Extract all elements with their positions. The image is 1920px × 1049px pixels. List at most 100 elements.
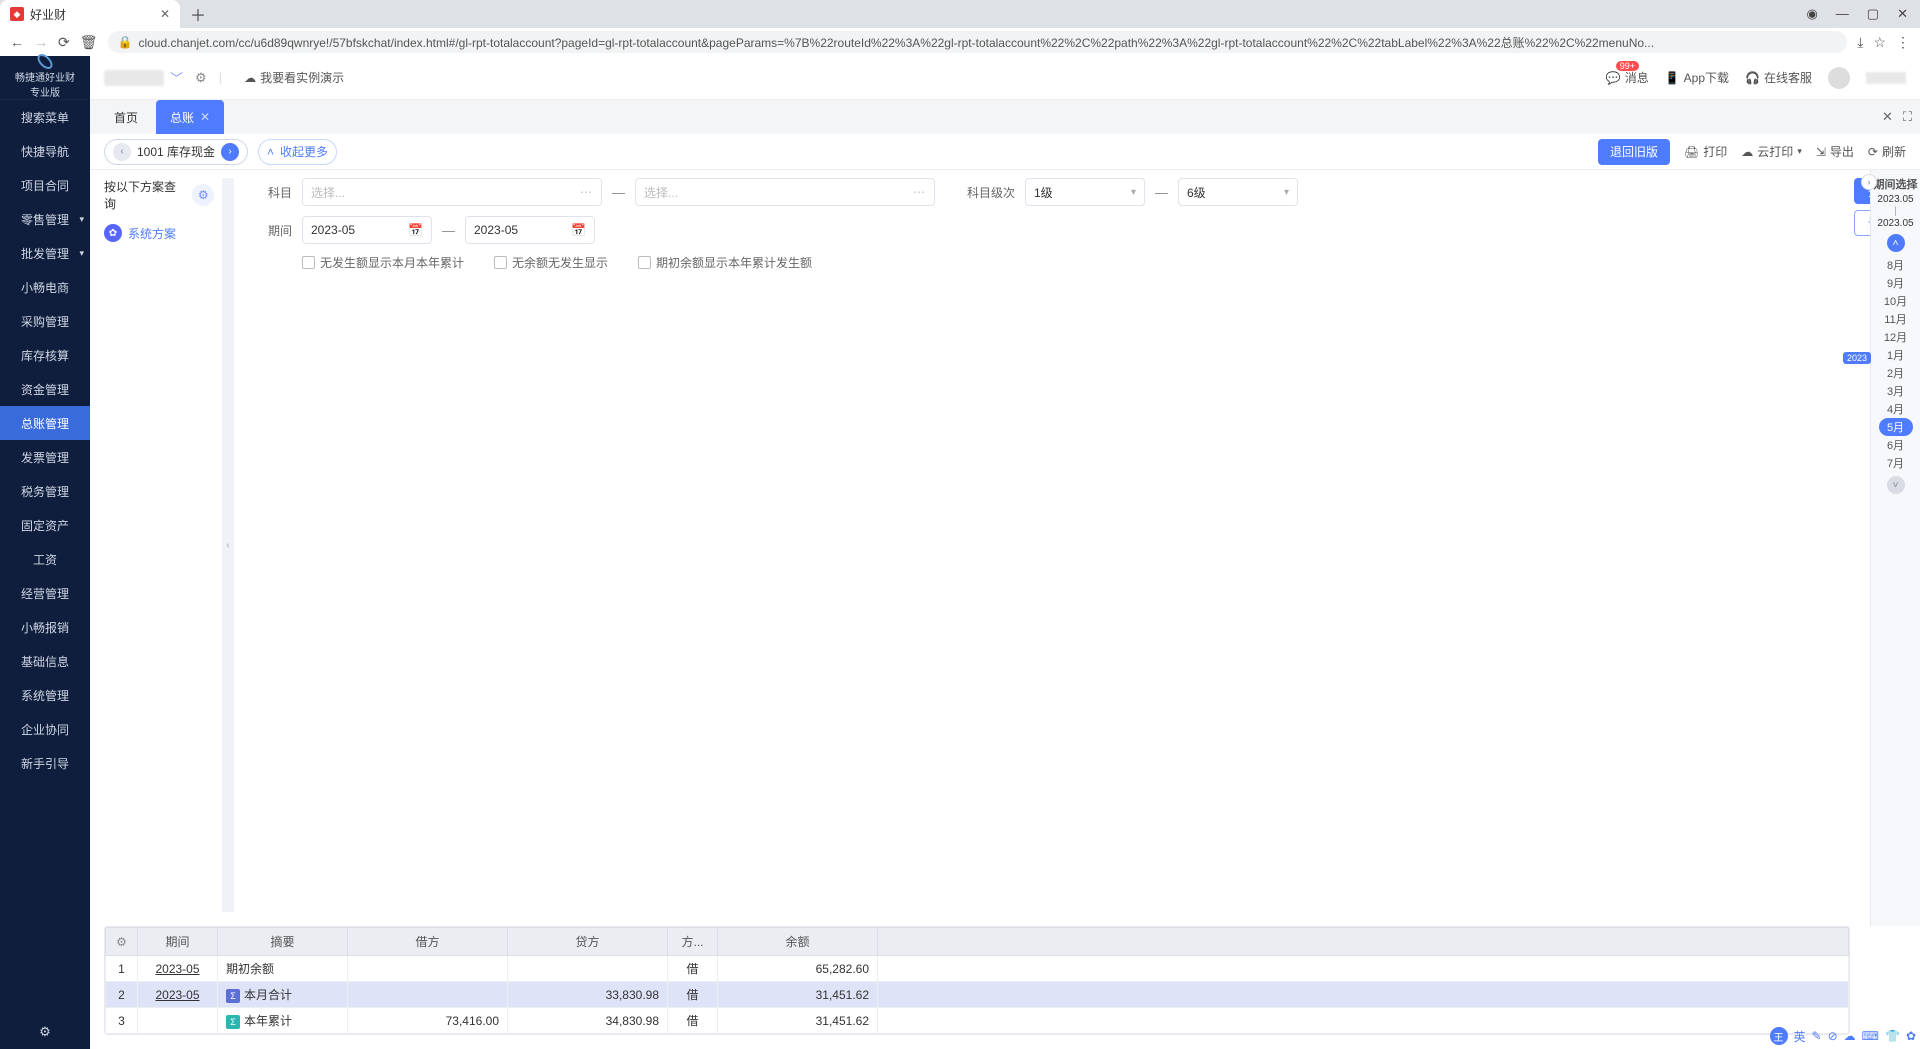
demo-link[interactable]: ☁ 我要看实例演示	[244, 69, 344, 86]
tray-icon[interactable]: ✎	[1812, 1029, 1822, 1043]
sidebar-item[interactable]: 库存核算	[0, 338, 90, 372]
rail-month[interactable]: 12月	[1879, 328, 1913, 346]
browser-tab-active[interactable]: ◆ 好业财 ✕	[0, 0, 180, 28]
rail-month[interactable]: 10月	[1879, 292, 1913, 310]
app-download-button[interactable]: 📱 App下载	[1665, 69, 1729, 86]
period-from-input[interactable]: 2023-05📅	[302, 216, 432, 244]
main-area: ﹀ ⚙ | ☁ 我要看实例演示 💬 99+ 消息 📱 App下载 🎧	[90, 56, 1920, 1049]
rail-month[interactable]: 1月	[1879, 346, 1913, 364]
minimize-icon[interactable]: —	[1836, 6, 1849, 22]
collapse-scheme-handle[interactable]: ‹	[222, 178, 234, 912]
chk-no-balance[interactable]: 无余额无发生显示	[494, 254, 608, 271]
sidebar-item[interactable]: 批发管理▾	[0, 236, 90, 270]
refresh-button[interactable]: ⟳刷新	[1868, 143, 1906, 160]
period-link[interactable]: 2023-05	[155, 988, 199, 1002]
reload-icon[interactable]: ⟳	[58, 34, 70, 51]
sidebar-item[interactable]: 固定资产	[0, 508, 90, 542]
level-from-select[interactable]: 1级▾	[1025, 178, 1145, 206]
cloud-print-button[interactable]: ☁云打印▾	[1741, 143, 1802, 160]
sidebar-item[interactable]: 工资	[0, 542, 90, 576]
scheme-gear-icon[interactable]: ⚙	[192, 184, 214, 206]
chk-no-occur[interactable]: 无发生额显示本月本年累计	[302, 254, 464, 271]
rail-down-icon[interactable]: ˅	[1887, 476, 1905, 494]
account-pill[interactable]: ‹ 1001 库存现金 ›	[104, 139, 248, 165]
sidebar-item[interactable]: 采购管理	[0, 304, 90, 338]
period-to-input[interactable]: 2023-05📅	[465, 216, 595, 244]
bookmark-icon[interactable]: ☆	[1873, 34, 1886, 51]
org-selector[interactable]: ﹀	[104, 68, 183, 87]
sidebar-item[interactable]: 经营管理	[0, 576, 90, 610]
sidebar-item[interactable]: 总账管理	[0, 406, 90, 440]
rail-month[interactable]: 5月	[1879, 418, 1913, 436]
sidebar-item[interactable]: 搜索菜单	[0, 100, 90, 134]
sidebar-item[interactable]: 小畅报销	[0, 610, 90, 644]
rail-collapse-icon[interactable]: ›	[1861, 174, 1877, 190]
ime-lang[interactable]: 英	[1794, 1028, 1806, 1045]
rail-month[interactable]: 11月	[1879, 310, 1913, 328]
old-version-button[interactable]: 退回旧版	[1598, 139, 1670, 165]
period-link[interactable]: 2023-05	[155, 962, 199, 976]
table-row[interactable]: 3Σ本年累计73,416.0034,830.98借31,451.62	[106, 1008, 1849, 1034]
rail-month[interactable]: 6月	[1879, 436, 1913, 454]
sidebar-item[interactable]: 新手引导	[0, 746, 90, 780]
sidebar-item[interactable]: 系统管理	[0, 678, 90, 712]
tab-ledger[interactable]: 总账 ✕	[156, 100, 224, 134]
new-tab-button[interactable]: ＋	[180, 2, 216, 26]
install-icon[interactable]: ⤓	[1857, 34, 1863, 51]
next-account-icon[interactable]: ›	[221, 143, 239, 161]
tray-icon[interactable]: ✿	[1906, 1029, 1916, 1043]
tray-icon[interactable]: ☁	[1844, 1029, 1856, 1043]
print-button[interactable]: 🖨打印	[1684, 143, 1727, 160]
sidebar-item[interactable]: 资金管理	[0, 372, 90, 406]
chk-opening[interactable]: 期初余额显示本年累计发生额	[638, 254, 812, 271]
table-row[interactable]: 12023-05期初余额借65,282.60	[106, 956, 1849, 982]
sidebar-item[interactable]: 项目合同	[0, 168, 90, 202]
messages-button[interactable]: 💬 99+ 消息	[1606, 69, 1649, 86]
online-service-button[interactable]: 🎧 在线客服	[1745, 69, 1812, 86]
subject-from-select[interactable]: 选择...⋯	[302, 178, 602, 206]
tab-home[interactable]: 首页	[100, 100, 152, 134]
rail-month[interactable]: 7月	[1879, 454, 1913, 472]
sidebar-item[interactable]: 零售管理▾	[0, 202, 90, 236]
rail-month[interactable]: 9月	[1879, 274, 1913, 292]
scheme-system[interactable]: ✿ 系统方案	[104, 224, 214, 242]
close-all-icon[interactable]: ✕	[1882, 109, 1893, 125]
kebab-icon[interactable]: ⋮	[1896, 34, 1910, 51]
table-row[interactable]: 22023-05Σ本月合计33,830.98借31,451.62	[106, 982, 1849, 1008]
level-to-select[interactable]: 6级▾	[1178, 178, 1298, 206]
prev-account-icon[interactable]: ‹	[113, 143, 131, 161]
org-settings-icon[interactable]: ⚙	[195, 70, 207, 86]
rail-up-icon[interactable]: ˄	[1887, 234, 1905, 252]
sidebar-item[interactable]: 税务管理	[0, 474, 90, 508]
sidebar-item[interactable]: 企业协同	[0, 712, 90, 746]
rail-month[interactable]: 8月	[1879, 256, 1913, 274]
close-window-icon[interactable]: ✕	[1897, 6, 1908, 22]
sidebar-item[interactable]: 快捷导航	[0, 134, 90, 168]
close-tab-icon[interactable]: ✕	[160, 7, 170, 21]
demo-label: 我要看实例演示	[260, 69, 344, 86]
rail-month[interactable]: 2月	[1879, 364, 1913, 382]
address-bar[interactable]: 🔒 cloud.chanjet.com/cc/u6d89qwnrye!/57bf…	[108, 31, 1848, 53]
subject-to-select[interactable]: 选择...⋯	[635, 178, 935, 206]
sidebar-item[interactable]: 基础信息	[0, 644, 90, 678]
export-button[interactable]: ⇲导出	[1816, 143, 1854, 160]
cloud-icon: ☁	[244, 71, 256, 85]
trash-icon[interactable]: 🗑	[80, 34, 98, 51]
tray-icon[interactable]: ⌨	[1862, 1029, 1879, 1043]
rail-month[interactable]: 4月	[1879, 400, 1913, 418]
collapse-more-button[interactable]: ˄ 收起更多	[258, 139, 337, 165]
fullscreen-icon[interactable]: ⛶	[1903, 109, 1912, 125]
sidebar-item[interactable]: 发票管理	[0, 440, 90, 474]
toolbar: ‹ 1001 库存现金 › ˄ 收起更多 退回旧版 🖨打印 ☁云打印▾ ⇲导出 …	[90, 134, 1920, 170]
rail-month[interactable]: 3月	[1879, 382, 1913, 400]
sidebar-item[interactable]: 小畅电商	[0, 270, 90, 304]
sidebar-settings[interactable]: ⚙	[0, 1015, 90, 1049]
close-tab-icon[interactable]: ✕	[200, 110, 210, 124]
avatar[interactable]	[1828, 67, 1850, 89]
ime-badge-icon[interactable]: 王	[1770, 1027, 1788, 1045]
back-icon[interactable]: ←	[10, 34, 24, 50]
col-gear[interactable]: ⚙	[106, 928, 138, 956]
tray-icon[interactable]: ⊘	[1828, 1029, 1838, 1043]
tray-icon[interactable]: 👕	[1885, 1029, 1900, 1043]
maximize-icon[interactable]: ▢	[1867, 6, 1879, 22]
